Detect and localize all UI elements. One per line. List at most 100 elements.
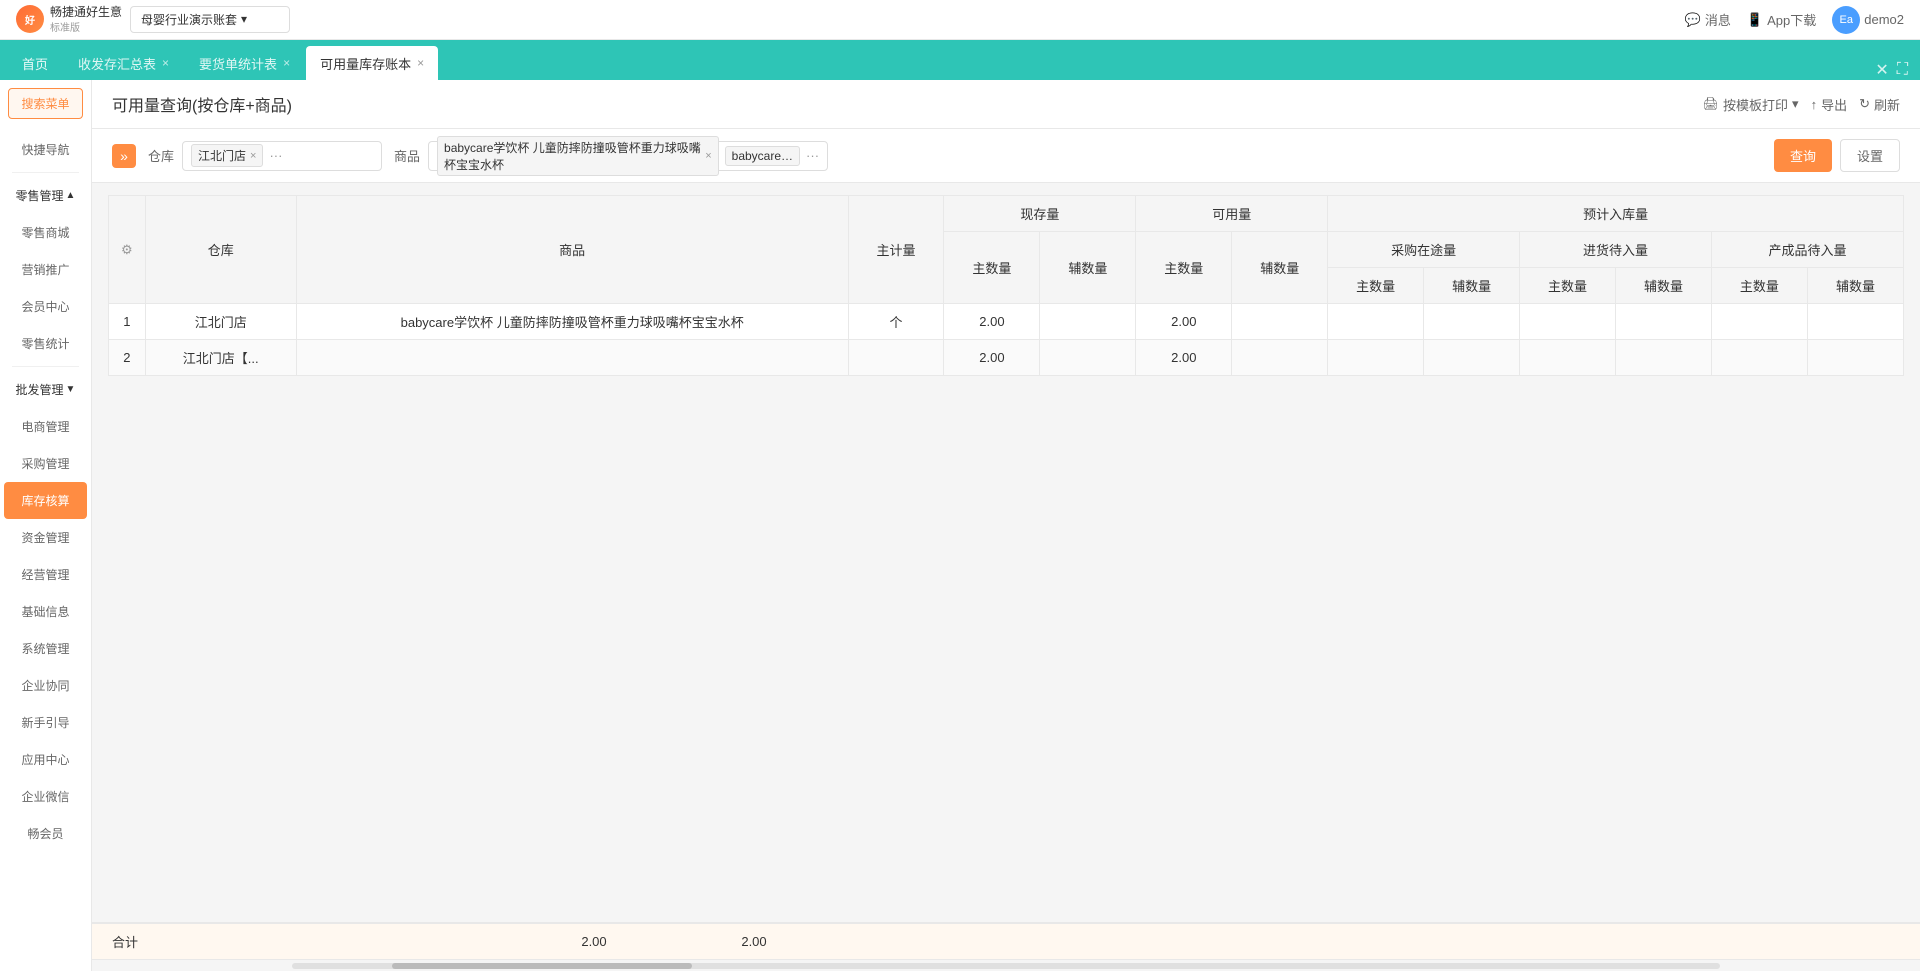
row1-available-main: 2.00 <box>1136 304 1232 340</box>
sidebar-item-retail-stats[interactable]: 零售统计 <box>4 325 87 362</box>
tab-receive-summary-close[interactable]: × <box>162 56 169 70</box>
bottom-scrollbar[interactable] <box>92 959 1920 971</box>
sidebar-search-area: 搜索菜单 <box>0 80 91 127</box>
chevron-down-icon: ▾ <box>241 12 247 26</box>
product-tag-1-remove[interactable]: × <box>705 150 711 162</box>
sidebar-item-enterprise-wechat[interactable]: 企业微信 <box>4 778 87 815</box>
table-row: 2 江北门店【... 2.00 2.00 <box>109 340 1904 376</box>
sidebar-quick-nav-label: 快捷导航 <box>21 143 69 157</box>
sidebar-item-ecommerce[interactable]: 电商管理 <box>4 408 87 445</box>
sidebar-item-basic-info[interactable]: 基础信息 <box>4 593 87 630</box>
sidebar-item-app-center[interactable]: 应用中心 <box>4 741 87 778</box>
page-actions: 🖨 按模板打印 ▾ ↑ 导出 ↻ 刷新 <box>1703 95 1901 114</box>
logo-area: 好 畅捷通好生意 标准版 <box>16 5 122 34</box>
sidebar-item-system-mgmt[interactable]: 系统管理 <box>4 630 87 667</box>
print-btn[interactable]: 🖨 按模板打印 ▾ <box>1703 95 1799 114</box>
scroll-track <box>292 963 1720 969</box>
search-menu-btn[interactable]: 搜索菜单 <box>8 88 83 119</box>
row1-index: 1 <box>109 304 146 340</box>
org-name: 母婴行业演示账套 <box>141 11 237 28</box>
row1-available-sub <box>1232 304 1328 340</box>
product-tag-2-value: babycare… <box>732 149 793 163</box>
col-current-stock-header: 现存量 <box>944 196 1136 232</box>
app-icon: 📱 <box>1747 12 1763 28</box>
product-filter-input[interactable]: babycare学饮杯 儿童防摔防撞吸管杯重力球吸嘴杯宝宝水杯 × babyca… <box>428 141 828 171</box>
sidebar: 搜索菜单 快捷导航 零售管理 ▲ 零售商城 营销推广 会员中心 零售统计 <box>0 80 92 971</box>
tab-order-stats-label: 要货单统计表 <box>199 54 277 73</box>
product-filter-group: 商品 babycare学饮杯 儿童防摔防撞吸管杯重力球吸嘴杯宝宝水杯 × bab… <box>394 141 828 171</box>
tab-home[interactable]: 首页 <box>8 46 62 80</box>
retail-stats-label: 零售统计 <box>21 337 69 351</box>
tab-order-stats[interactable]: 要货单统计表 × <box>185 46 304 80</box>
product-dots[interactable]: ··· <box>806 148 819 163</box>
expand-filter-btn[interactable]: » <box>112 144 136 168</box>
tab-available-inventory[interactable]: 可用量库存账本 × <box>306 46 438 80</box>
top-bar-left: 好 畅捷通好生意 标准版 母婴行业演示账套 ▾ <box>16 5 290 34</box>
sidebar-item-enterprise-collab[interactable]: 企业协同 <box>4 667 87 704</box>
table-row: 1 江北门店 babycare学饮杯 儿童防摔防撞吸管杯重力球吸嘴杯宝宝水杯 个… <box>109 304 1904 340</box>
col-current-main-header: 主数量 <box>944 232 1040 304</box>
sidebar-item-retail-mall[interactable]: 零售商城 <box>4 214 87 251</box>
retail-mall-label: 零售商城 <box>21 226 69 240</box>
message-icon: 💬 <box>1685 12 1701 28</box>
sidebar-item-wholesale-mgmt[interactable]: 批发管理 ▼ <box>4 371 87 408</box>
product-filter-label: 商品 <box>394 146 420 165</box>
scroll-thumb[interactable] <box>392 963 692 969</box>
footer-label: 合计 <box>104 932 254 951</box>
marketing-label: 营销推广 <box>21 263 69 277</box>
table-settings-icon[interactable]: ⚙ <box>121 242 133 257</box>
col-pp-main-header: 主数量 <box>1711 268 1807 304</box>
window-controls: ✕ ⛶ <box>1875 60 1920 80</box>
warehouse-dots[interactable]: ··· <box>269 148 282 163</box>
col-pt-main-header: 主数量 <box>1328 268 1424 304</box>
sidebar-item-operations[interactable]: 经营管理 <box>4 556 87 593</box>
sidebar-item-purchase-mgmt[interactable]: 采购管理 <box>4 445 87 482</box>
sidebar-item-member-center[interactable]: 会员中心 <box>4 288 87 325</box>
col-ip-main-header: 主数量 <box>1520 268 1616 304</box>
row1-main-unit: 个 <box>848 304 944 340</box>
sidebar-item-inventory[interactable]: 库存核算 <box>4 482 87 519</box>
row2-warehouse: 江北门店【... <box>145 340 296 376</box>
org-selector[interactable]: 母婴行业演示账套 ▾ <box>130 6 290 33</box>
tab-receive-summary[interactable]: 收发存汇总表 × <box>64 46 183 80</box>
warehouse-tag-remove[interactable]: × <box>250 150 256 162</box>
sidebar-item-quick-nav[interactable]: 快捷导航 <box>4 131 87 168</box>
tab-available-inventory-close[interactable]: × <box>417 56 424 70</box>
new-guide-label: 新手引导 <box>21 716 69 730</box>
row2-available-sub <box>1232 340 1328 376</box>
row2-current-sub <box>1040 340 1136 376</box>
sidebar-item-new-guide[interactable]: 新手引导 <box>4 704 87 741</box>
warehouse-filter-group: 仓库 江北门店 × ··· <box>148 141 382 171</box>
sidebar-item-marketing[interactable]: 营销推广 <box>4 251 87 288</box>
tab-order-stats-close[interactable]: × <box>283 56 290 70</box>
refresh-btn[interactable]: ↻ 刷新 <box>1859 95 1900 114</box>
row2-main-unit <box>848 340 944 376</box>
user-menu[interactable]: Ea demo2 <box>1832 6 1904 34</box>
warehouse-filter-input[interactable]: 江北门店 × ··· <box>182 141 382 171</box>
refresh-icon: ↻ <box>1859 96 1870 112</box>
row1-ip-sub <box>1616 304 1712 340</box>
sidebar-item-retail-mgmt[interactable]: 零售管理 ▲ <box>4 177 87 214</box>
wholesale-mgmt-arrow: ▼ <box>66 384 76 395</box>
product-tag-1-value: babycare学饮杯 儿童防摔防撞吸管杯重力球吸嘴杯宝宝水杯 <box>444 139 701 173</box>
app-download-btn[interactable]: 📱 App下载 <box>1747 10 1816 29</box>
print-icon: 🖨 <box>1703 96 1720 112</box>
row1-pt-sub <box>1424 304 1520 340</box>
message-btn[interactable]: 💬 消息 <box>1685 10 1731 29</box>
filter-actions: 查询 设置 <box>1774 139 1900 172</box>
sidebar-item-chang-member[interactable]: 畅会员 <box>4 815 87 852</box>
tab-home-label: 首页 <box>22 54 48 73</box>
footer-available-main: 2.00 <box>714 934 794 949</box>
col-available-header: 可用量 <box>1136 196 1328 232</box>
query-btn[interactable]: 查询 <box>1774 139 1832 172</box>
row2-available-main: 2.00 <box>1136 340 1232 376</box>
table-area: ⚙ 仓库 商品 主计量 现存量 可用量 预计入库量 主数量 辅数量 主数量 辅数… <box>92 183 1920 922</box>
close-window-btn[interactable]: ✕ <box>1875 60 1888 80</box>
sidebar-nav: 快捷导航 零售管理 ▲ 零售商城 营销推广 会员中心 零售统计 批发管理 ▼ <box>0 127 91 856</box>
product-tag-1: babycare学饮杯 儿童防摔防撞吸管杯重力球吸嘴杯宝宝水杯 × <box>437 136 719 176</box>
sidebar-item-finance[interactable]: 资金管理 <box>4 519 87 556</box>
maximize-window-btn[interactable]: ⛶ <box>1897 61 1908 79</box>
export-btn[interactable]: ↑ 导出 <box>1811 95 1848 114</box>
system-mgmt-label: 系统管理 <box>21 642 69 656</box>
settings-btn[interactable]: 设置 <box>1840 139 1900 172</box>
